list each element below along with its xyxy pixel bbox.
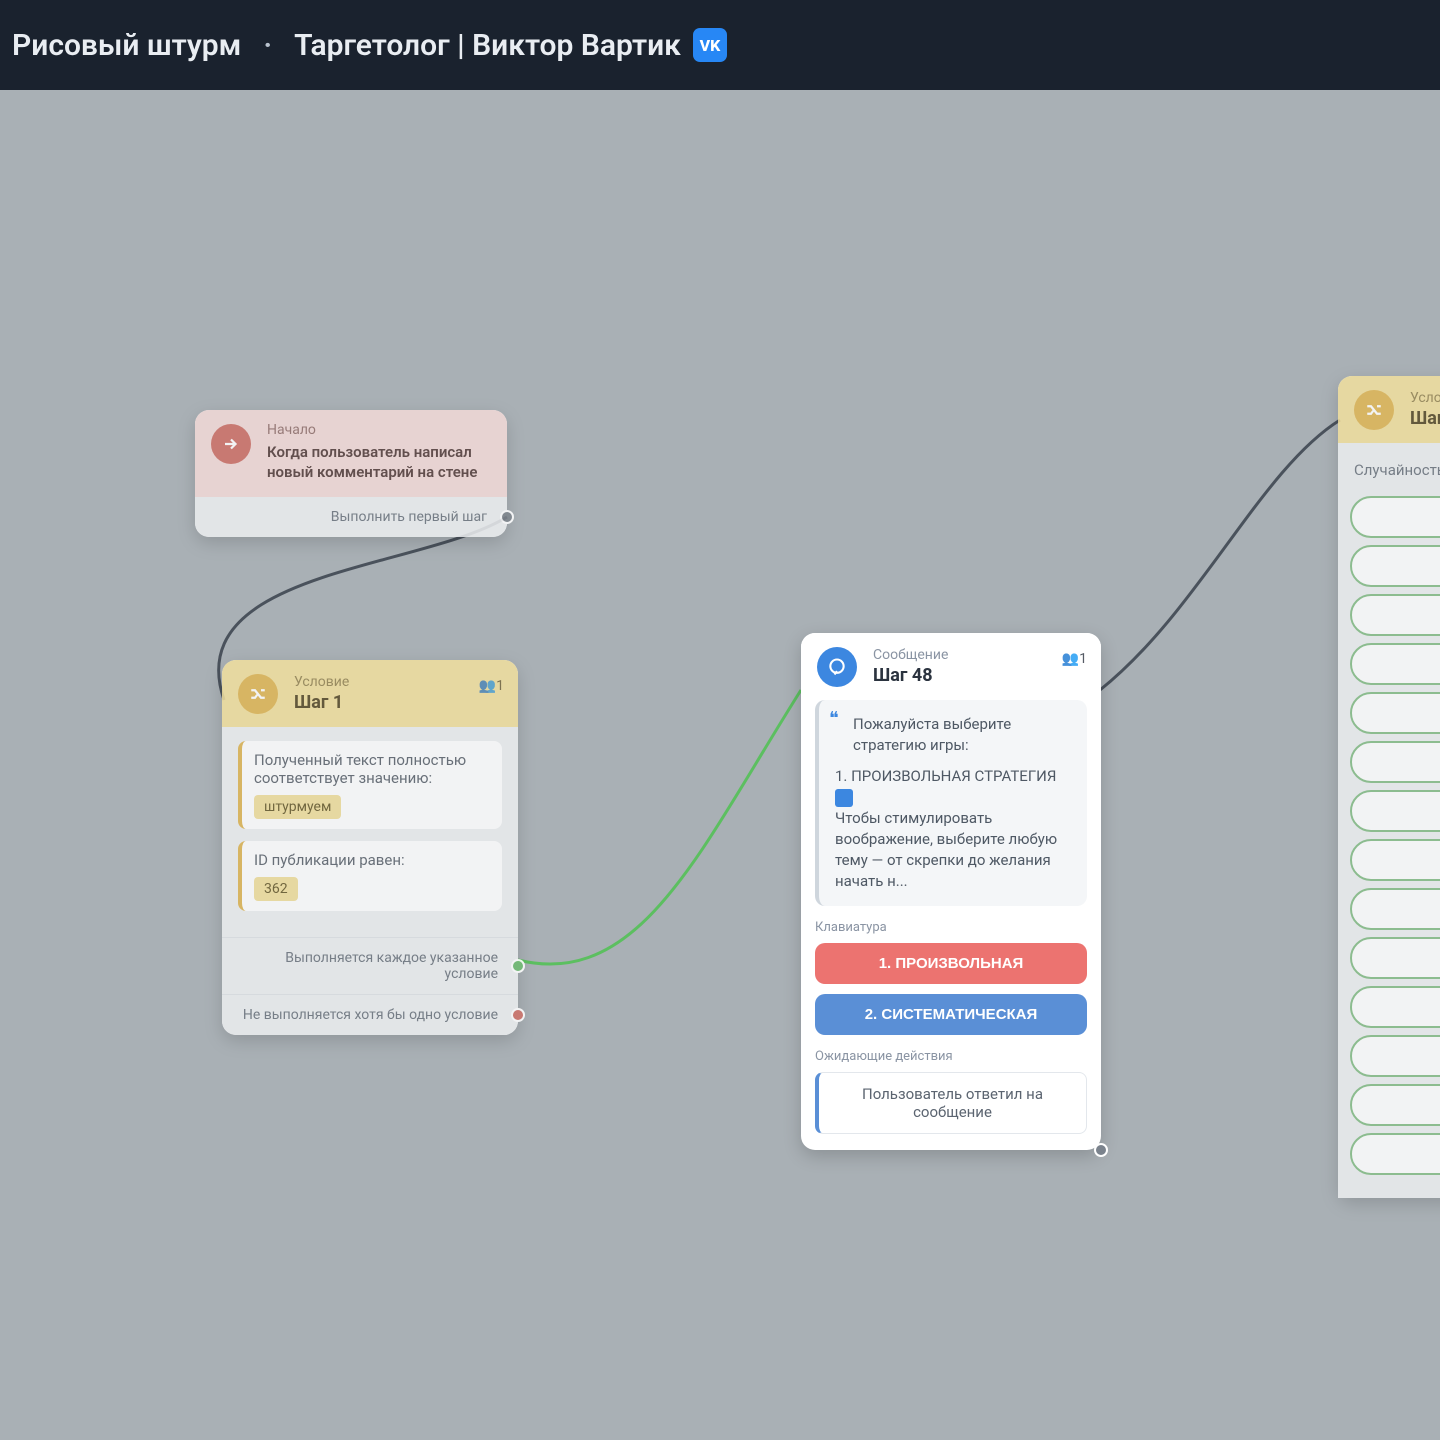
cond2-pill[interactable]: 2.22 xyxy=(1350,839,1440,881)
keyboard-label: Клавиатура xyxy=(815,920,1087,935)
cond2-pill[interactable]: 2.22 xyxy=(1350,1084,1440,1126)
start-node[interactable]: Начало Когда пользователь написал новый … xyxy=(195,410,507,537)
msg-meta: 👥1 xyxy=(1062,651,1087,667)
start-output-port[interactable] xyxy=(500,510,514,524)
cond2-pill[interactable]: 2.22 xyxy=(1350,545,1440,587)
cond2-pill[interactable]: 2.22 xyxy=(1350,1035,1440,1077)
cond2-pill[interactable]: 2.22 xyxy=(1350,888,1440,930)
quote-icon: ❝ xyxy=(829,706,839,731)
start-node-header: Начало Когда пользователь написал новый … xyxy=(195,410,507,497)
separator-dot: · xyxy=(263,28,272,63)
start-foot: Выполнить первый шаг xyxy=(195,497,507,537)
shuffle-emoji-icon xyxy=(835,789,853,807)
condition-node-2[interactable]: Условие Шаг 2 Случайность 2.2222222.222.… xyxy=(1338,376,1440,1198)
cond2-header: Условие Шаг 2 xyxy=(1338,376,1440,443)
cond1-true-row: Выполняется каждое указанное условие xyxy=(222,937,518,994)
cond1-false-label: Не выполняется хотя бы одно условие xyxy=(243,1007,498,1023)
keyboard-button-2[interactable]: 2. СИСТЕМАТИЧЕСКАЯ xyxy=(815,994,1087,1035)
connection-wires xyxy=(0,90,1440,1440)
cond1-foot: Выполняется каждое указанное условие Не … xyxy=(222,937,518,1035)
cond2-pill[interactable]: 2.22 xyxy=(1350,1133,1440,1175)
msg-bubble[interactable]: ❝ Пожалуйста выберите стратегию игры: 1.… xyxy=(815,700,1087,906)
cond1-false-row: Не выполняется хотя бы одно условие xyxy=(222,994,518,1035)
msg-line-2: тему — от скрепки до желания начать н... xyxy=(835,850,1071,892)
start-type-label: Начало xyxy=(267,422,491,438)
pending-label: Ожидающие действия xyxy=(815,1049,1087,1064)
msg-body: ❝ Пожалуйста выберите стратегию игры: 1.… xyxy=(801,700,1101,1150)
cond2-subhead: Случайность xyxy=(1350,453,1440,489)
condition-node-1[interactable]: Условие Шаг 1 👥1 Полученный текст полнос… xyxy=(222,660,518,1035)
chat-icon xyxy=(817,647,857,687)
shuffle-icon xyxy=(238,674,278,714)
cond2-pill[interactable]: 2.22 xyxy=(1350,643,1440,685)
cond2-type-label: Условие xyxy=(1410,390,1440,406)
msg-output-port[interactable] xyxy=(1094,1143,1108,1157)
message-node[interactable]: Сообщение Шаг 48 👥1 ❝ Пожалуйста выберит… xyxy=(801,633,1101,1150)
cond1-true-label: Выполняется каждое указанное условие xyxy=(285,950,498,982)
cond1-meta: 👥1 xyxy=(479,678,504,694)
cond2-pill-list: 2.222222 2.22 2.22 2.22 2.22 2.22 2.22 2.22 2.22… xyxy=(1350,496,1440,1175)
cond1-rule-2[interactable]: ID публикации равен: 362 xyxy=(238,841,502,911)
msg-header: Сообщение Шаг 48 👥1 xyxy=(801,633,1101,700)
cond1-title: Шаг 1 xyxy=(294,692,502,713)
cond2-pill[interactable]: 2.22 xyxy=(1350,741,1440,783)
vk-icon[interactable]: VK xyxy=(693,28,727,62)
start-title: Когда пользователь написал новый коммент… xyxy=(267,442,491,483)
msg-type-label: Сообщение xyxy=(873,647,1085,663)
start-foot-label: Выполнить первый шаг xyxy=(331,509,487,525)
cond1-rule2-text: ID публикации равен: xyxy=(254,851,490,869)
cond1-rule2-value: 362 xyxy=(254,877,298,901)
cond2-pill[interactable]: 2.22 xyxy=(1350,937,1440,979)
msg-title: Шаг 48 xyxy=(873,665,1085,686)
pending-action[interactable]: Пользователь ответил на сообщение xyxy=(815,1072,1087,1134)
topbar: Рисовый штурм · Таргетолог | Виктор Варт… xyxy=(0,0,1440,90)
cond1-header: Условие Шаг 1 👥1 xyxy=(222,660,518,727)
keyboard-button-1[interactable]: 1. ПРОИЗВОЛЬНАЯ xyxy=(815,943,1087,984)
cond2-title: Шаг 2 xyxy=(1410,408,1440,429)
flow-canvas[interactable]: Начало Когда пользователь написал новый … xyxy=(0,90,1440,1440)
project-title[interactable]: Рисовый штурм xyxy=(12,28,241,63)
start-icon xyxy=(211,424,251,464)
cond2-body: Случайность 2.2222222.222.222.222.222.22… xyxy=(1338,443,1440,1198)
msg-ask: Пожалуйста выберите стратегию игры: xyxy=(853,714,1071,756)
cond1-rule1-value: штурмуем xyxy=(254,795,341,819)
cond2-pill[interactable]: 2.22 xyxy=(1350,790,1440,832)
cond1-rule-1[interactable]: Полученный текст полностью соответствует… xyxy=(238,741,502,829)
msg-line-1: Чтобы стимулировать воображение, выберит… xyxy=(835,808,1071,850)
cond2-pill[interactable]: 2.22 xyxy=(1350,692,1440,734)
cond1-rule1-text: Полученный текст полностью соответствует… xyxy=(254,751,490,787)
cond2-pill[interactable]: 2.22 xyxy=(1350,986,1440,1028)
cond2-pill[interactable]: 2.222222 xyxy=(1350,496,1440,538)
msg-line-0: 1. ПРОИЗВОЛЬНАЯ СТРАТЕГИЯ xyxy=(835,766,1071,808)
cond1-type-label: Условие xyxy=(294,674,502,690)
cond1-true-port[interactable] xyxy=(511,959,525,973)
account-name[interactable]: Таргетолог | Виктор Вартик xyxy=(294,28,681,63)
shuffle-icon xyxy=(1354,390,1394,430)
cond1-false-port[interactable] xyxy=(511,1008,525,1022)
cond2-pill[interactable]: 2.22 xyxy=(1350,594,1440,636)
cond1-body: Полученный текст полностью соответствует… xyxy=(222,727,518,937)
